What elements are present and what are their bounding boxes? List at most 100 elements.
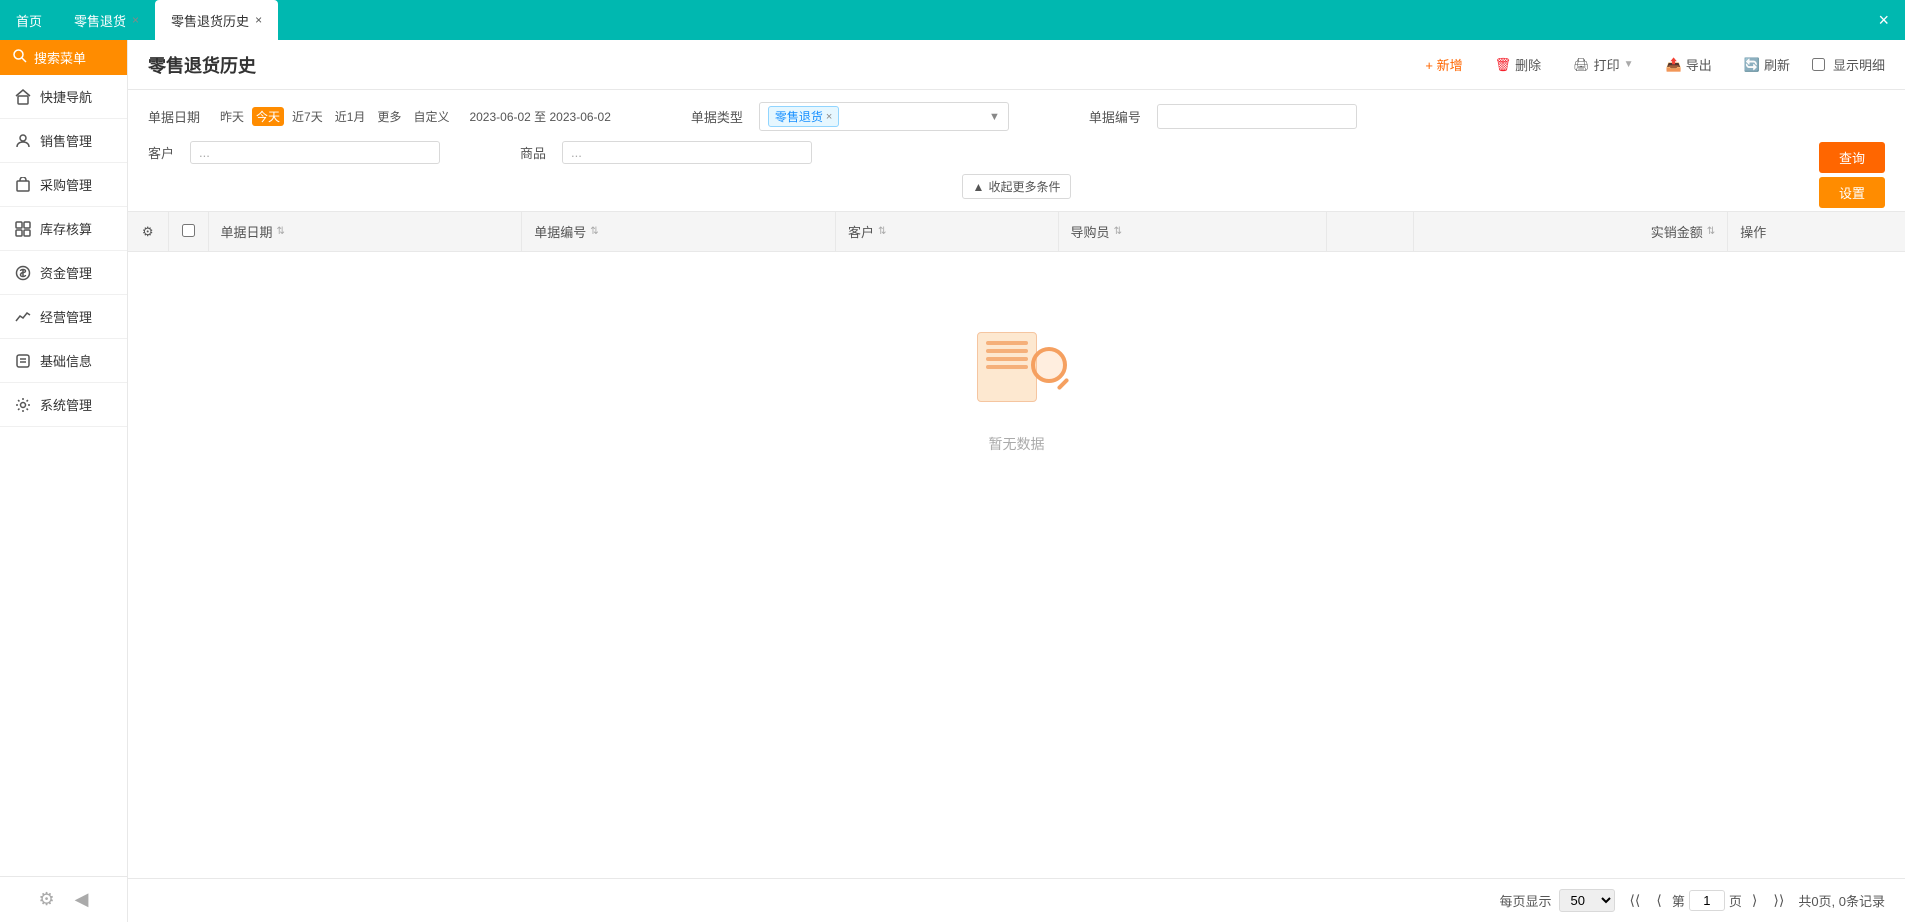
col-doc-date[interactable]: 单据日期 ⇅ — [208, 212, 522, 252]
shortcut-yesterday[interactable]: 昨天 — [216, 107, 248, 126]
prev-page-button[interactable]: ⟨ — [1650, 890, 1667, 911]
refresh-button[interactable]: 🔄 刷新 — [1734, 50, 1800, 79]
sidebar-item-basic-info-label: 基础信息 — [40, 351, 92, 370]
empty-magnify — [1031, 347, 1067, 383]
refresh-button-label: 刷新 — [1764, 55, 1790, 74]
sidebar-item-quick-nav-label: 快捷导航 — [40, 87, 92, 106]
main-layout: 搜索菜单 快捷导航 销售管理 采购管理 库存核算 — [0, 40, 1905, 922]
sidebar-item-basic-info[interactable]: 基础信息 — [0, 339, 127, 383]
next-page-button[interactable]: ⟩ — [1746, 890, 1763, 911]
settings-col-icon[interactable]: ⚙ — [142, 224, 154, 239]
query-button[interactable]: 查询 — [1819, 142, 1885, 173]
mute-icon[interactable]: ◀ — [75, 889, 89, 910]
add-button[interactable]: + 新增 — [1415, 50, 1472, 79]
delete-button-label: 删除 — [1515, 55, 1541, 74]
sidebar-item-system-mgmt[interactable]: 系统管理 — [0, 383, 127, 427]
col-checkbox[interactable] — [168, 212, 208, 252]
doc-number-input[interactable] — [1157, 104, 1357, 129]
col-doc-number-label: 单据编号 — [534, 222, 586, 241]
sidebar-item-operations-label: 经营管理 — [40, 307, 92, 326]
total-text: 共0页, 0条记录 — [1798, 891, 1885, 910]
page-nav: ⟨⟨ ⟨ 第 页 ⟩ ⟩⟩ — [1623, 890, 1790, 911]
col-doc-number[interactable]: 单据编号 ⇅ — [522, 212, 836, 252]
customer-label: 客户 — [148, 143, 174, 162]
show-detail-checkbox[interactable] — [1812, 58, 1825, 71]
tab-retail-return-history-label: 零售退货历史 — [171, 11, 249, 30]
tab-retail-return-history-close[interactable]: × — [255, 13, 262, 27]
table-area: ⚙ 单据日期 ⇅ 单据编号 — [128, 212, 1905, 878]
col-guide[interactable]: 导购员 ⇅ — [1058, 212, 1326, 252]
sidebar-item-purchase-mgmt-label: 采购管理 — [40, 175, 92, 194]
doc-type-tag-close[interactable]: × — [826, 111, 832, 123]
sidebar-search[interactable]: 搜索菜单 — [0, 40, 127, 75]
empty-doc — [977, 332, 1037, 402]
col-settings[interactable]: ⚙ — [128, 212, 168, 252]
tab-retail-return-history[interactable]: 零售退货历史 × — [155, 0, 278, 40]
first-page-button[interactable]: ⟨⟨ — [1623, 890, 1646, 911]
header-actions: + 新增 🗑 删除 🖨 打印 ▼ 📤 导出 🔄 刷新 — [1415, 50, 1885, 79]
shortcut-today[interactable]: 今天 — [252, 107, 284, 126]
page-header: 零售退货历史 + 新增 🗑 删除 🖨 打印 ▼ 📤 导出 — [128, 40, 1905, 90]
export-button[interactable]: 📤 导出 — [1656, 50, 1722, 79]
collapse-row: ▲ 收起更多条件 — [148, 174, 1885, 199]
basic-info-icon — [14, 352, 32, 370]
amount-sort-icon: ⇅ — [1707, 227, 1715, 237]
goods-select[interactable]: ... — [562, 141, 812, 164]
last-page-button[interactable]: ⟩⟩ — [1767, 890, 1790, 911]
print-button[interactable]: 🖨 打印 ▼ — [1563, 50, 1643, 79]
show-detail-label[interactable]: 显示明细 — [1812, 55, 1885, 74]
page-label: 页 — [1729, 891, 1742, 910]
sidebar-item-sales-mgmt[interactable]: 销售管理 — [0, 119, 127, 163]
sales-icon — [14, 132, 32, 150]
inventory-icon — [14, 220, 32, 238]
system-icon — [14, 396, 32, 414]
shortcut-more[interactable]: 更多 — [373, 107, 405, 126]
doc-type-tag-text: 零售退货 — [775, 108, 823, 125]
collapse-button[interactable]: ▲ 收起更多条件 — [962, 174, 1072, 199]
col-actions-label: 操作 — [1740, 225, 1766, 240]
tab-list: 首页 零售退货 × 零售退货历史 × — [0, 0, 1862, 40]
sidebar-item-finance[interactable]: 资金管理 — [0, 251, 127, 295]
shortcut-custom[interactable]: 自定义 — [409, 107, 453, 126]
data-table: ⚙ 单据日期 ⇅ 单据编号 — [128, 212, 1905, 534]
sidebar-item-purchase-mgmt[interactable]: 采购管理 — [0, 163, 127, 207]
sidebar-item-operations[interactable]: 经营管理 — [0, 295, 127, 339]
doc-type-filter: 单据类型 零售退货 × ▼ — [691, 102, 1009, 131]
date-shortcuts: 昨天 今天 近7天 近1月 更多 自定义 — [216, 107, 453, 126]
filter-area: 单据日期 昨天 今天 近7天 近1月 更多 自定义 2023-06-02 至 2… — [128, 90, 1905, 212]
finance-icon — [14, 264, 32, 282]
sidebar-item-inventory[interactable]: 库存核算 — [0, 207, 127, 251]
tab-retail-return-close[interactable]: × — [132, 13, 139, 27]
pagination: 每页显示 50 100 200 ⟨⟨ ⟨ 第 页 ⟩ ⟩⟩ 共0页, 0条记录 — [128, 878, 1905, 922]
customer-select[interactable]: ... — [190, 141, 440, 164]
tab-retail-return[interactable]: 零售退货 × — [58, 0, 155, 40]
doc-date-sort-icon: ⇅ — [277, 227, 285, 237]
settings-icon[interactable]: ⚙ — [39, 889, 55, 910]
collapse-label: 收起更多条件 — [988, 178, 1060, 195]
shortcut-1month[interactable]: 近1月 — [331, 107, 370, 126]
filter-row-2: 客户 ... 商品 ... — [148, 141, 1885, 164]
col-customer[interactable]: 客户 ⇅ — [836, 212, 1059, 252]
search-icon — [12, 48, 28, 67]
col-amount[interactable]: 实销金额 ⇅ — [1414, 212, 1728, 252]
settings-button[interactable]: 设置 — [1819, 177, 1885, 208]
page-size-select[interactable]: 50 100 200 — [1559, 889, 1615, 912]
date-range-text: 2023-06-02 至 2023-06-02 — [469, 108, 610, 125]
doc-type-select[interactable]: 零售退货 × ▼ — [759, 102, 1009, 131]
operations-icon — [14, 308, 32, 326]
select-all-checkbox[interactable] — [182, 224, 195, 237]
empty-text: 暂无数据 — [989, 434, 1045, 454]
query-action-buttons: 查询 设置 — [1819, 142, 1885, 208]
sidebar-item-quick-nav[interactable]: 快捷导航 — [0, 75, 127, 119]
col-actions: 操作 — [1728, 212, 1905, 252]
sidebar-item-sales-mgmt-label: 销售管理 — [40, 131, 92, 150]
delete-button[interactable]: 🗑 删除 — [1485, 50, 1552, 79]
table-header: ⚙ 单据日期 ⇅ 单据编号 — [128, 212, 1905, 252]
page-size-label: 每页显示 — [1499, 891, 1551, 910]
shortcut-7days[interactable]: 近7天 — [288, 107, 327, 126]
window-close-button[interactable]: × — [1862, 10, 1905, 31]
page-number-input[interactable] — [1689, 890, 1725, 911]
tab-home[interactable]: 首页 — [0, 0, 58, 40]
top-bar: 首页 零售退货 × 零售退货历史 × × — [0, 0, 1905, 40]
goods-placeholder: ... — [571, 145, 582, 160]
